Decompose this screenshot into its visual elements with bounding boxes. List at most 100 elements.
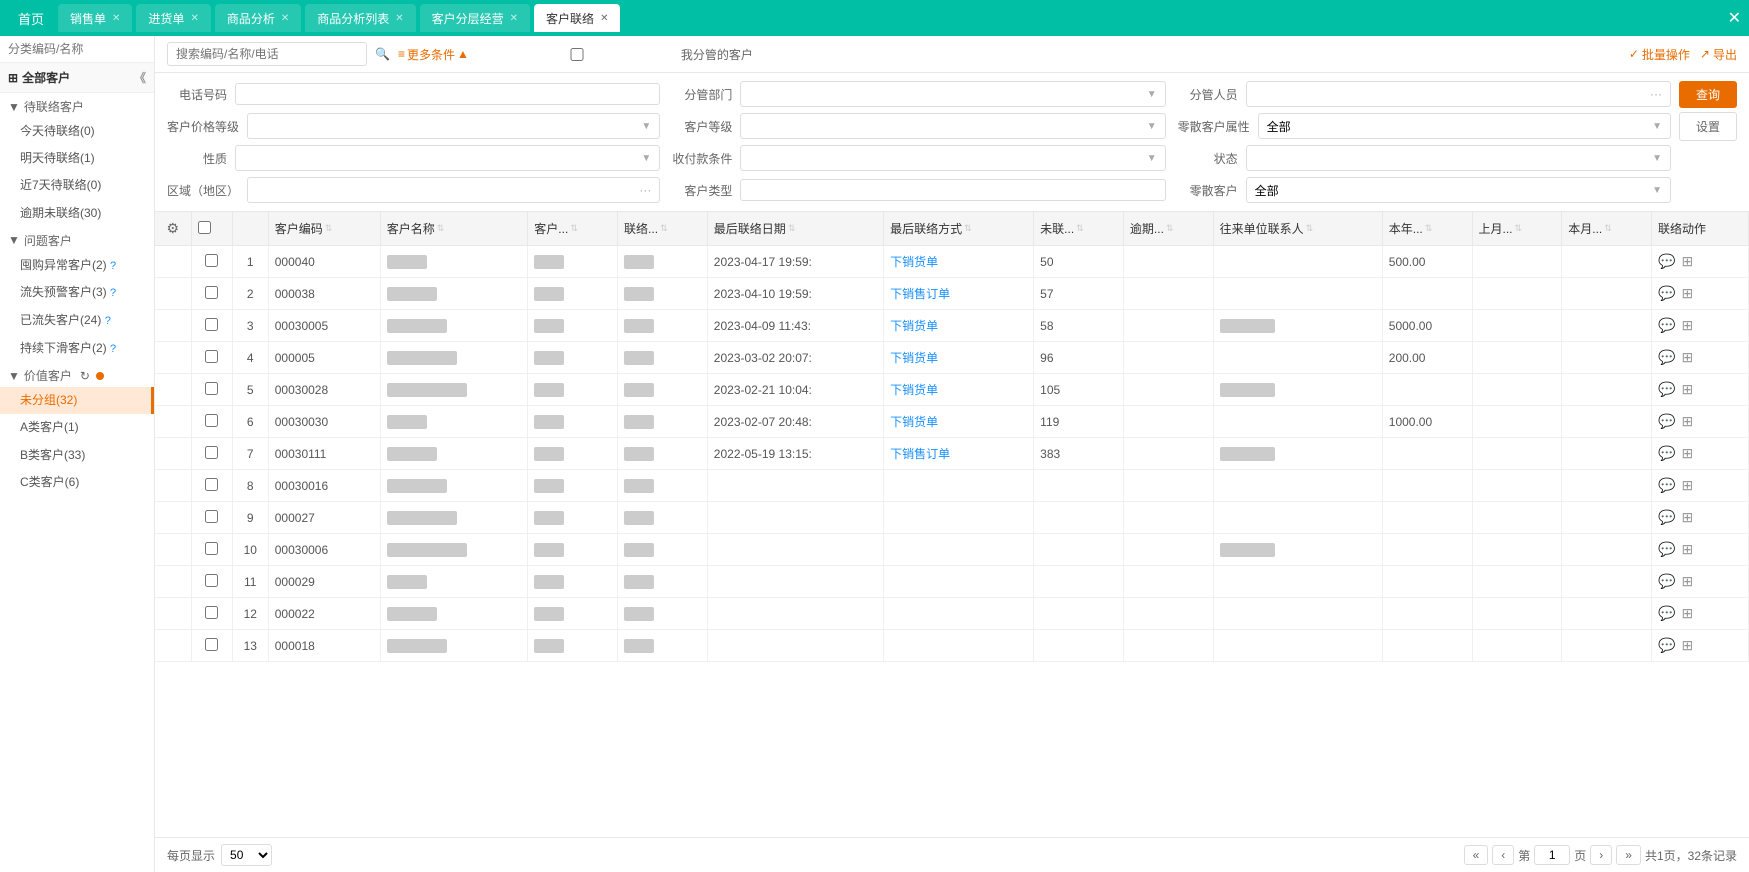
my-customers-checkbox-label[interactable]: 我分管的客户: [477, 46, 753, 63]
tab-customer-contact[interactable]: 客户联络 ✕: [534, 4, 620, 32]
nav-home[interactable]: 首页: [8, 9, 54, 28]
cell-checkbox[interactable]: [191, 246, 232, 278]
grid-action-icon[interactable]: ⊞: [1681, 605, 1693, 622]
grid-action-icon[interactable]: ⊞: [1681, 541, 1693, 558]
message-icon[interactable]: 💬: [1658, 349, 1675, 366]
grid-action-icon[interactable]: ⊞: [1681, 413, 1693, 430]
query-button[interactable]: 查询: [1679, 81, 1737, 108]
filter-select-nature[interactable]: ▼: [235, 145, 660, 171]
search-input[interactable]: [167, 42, 367, 66]
cell-checkbox[interactable]: [191, 534, 232, 566]
grid-action-icon[interactable]: ⊞: [1681, 285, 1693, 302]
sidebar-search-input[interactable]: [8, 42, 155, 56]
sort-icon[interactable]: ⇅: [1425, 223, 1433, 234]
cell-checkbox[interactable]: [191, 438, 232, 470]
sidebar-item-overdue-contact[interactable]: 逾期未联络(30): [0, 200, 154, 227]
sidebar-item-declining[interactable]: 持续下滑客户(2) ?: [0, 335, 154, 363]
message-icon[interactable]: 💬: [1658, 605, 1675, 622]
grid-action-icon[interactable]: ⊞: [1681, 637, 1693, 654]
sort-icon[interactable]: ⇅: [1515, 223, 1523, 234]
filter-more-button[interactable]: ≡ 更多条件 ▲: [398, 46, 469, 63]
row-checkbox[interactable]: [205, 414, 218, 427]
last-way-link[interactable]: 下销货单: [890, 319, 938, 333]
sidebar-item-class-b[interactable]: B类客户(33): [0, 442, 154, 469]
cell-checkbox[interactable]: [191, 374, 232, 406]
settings-icon[interactable]: ⚙: [166, 220, 179, 236]
last-page-button[interactable]: »: [1616, 845, 1641, 865]
row-checkbox[interactable]: [205, 574, 218, 587]
grid-action-icon[interactable]: ⊞: [1681, 509, 1693, 526]
next-page-button[interactable]: ›: [1590, 845, 1612, 865]
select-all-checkbox[interactable]: [198, 221, 211, 234]
sort-icon[interactable]: ⇅: [1604, 223, 1612, 234]
refresh-icon[interactable]: ↻: [80, 369, 90, 383]
close-icon[interactable]: ✕: [112, 13, 120, 24]
last-way-link[interactable]: 下销售订单: [890, 287, 950, 301]
close-icon[interactable]: ✕: [600, 13, 608, 24]
sidebar-item-warning-lost[interactable]: 流失预警客户(3) ?: [0, 279, 154, 307]
row-checkbox[interactable]: [205, 318, 218, 331]
page-number-input[interactable]: [1534, 845, 1570, 865]
window-close-icon[interactable]: ✕: [1728, 8, 1741, 28]
message-icon[interactable]: 💬: [1658, 285, 1675, 302]
grid-action-icon[interactable]: ⊞: [1681, 477, 1693, 494]
sidebar-item-class-a[interactable]: A类客户(1): [0, 414, 154, 441]
cell-checkbox[interactable]: [191, 630, 232, 662]
filter-select-retail-customer[interactable]: 全部 ▼: [1246, 177, 1671, 203]
filter-select-price-level[interactable]: ▼: [247, 113, 660, 139]
message-icon[interactable]: 💬: [1658, 637, 1675, 654]
close-icon[interactable]: ✕: [190, 13, 198, 24]
filter-select-dept[interactable]: ▼: [740, 81, 1165, 107]
last-way-link[interactable]: 下销货单: [890, 255, 938, 269]
cell-checkbox[interactable]: [191, 470, 232, 502]
message-icon[interactable]: 💬: [1658, 477, 1675, 494]
sidebar-item-abnormal[interactable]: 囤购异常客户(2) ?: [0, 252, 154, 280]
grid-action-icon[interactable]: ⊞: [1681, 253, 1693, 270]
sort-icon[interactable]: ⇅: [964, 223, 972, 234]
tab-customer-segment[interactable]: 客户分层经营 ✕: [420, 4, 530, 32]
page-size-select[interactable]: 20 50 100: [221, 844, 272, 866]
row-checkbox[interactable]: [205, 542, 218, 555]
cell-checkbox[interactable]: [191, 342, 232, 374]
last-way-link[interactable]: 下销货单: [890, 383, 938, 397]
message-icon[interactable]: 💬: [1658, 381, 1675, 398]
message-icon[interactable]: 💬: [1658, 509, 1675, 526]
sidebar-item-lost[interactable]: 已流失客户(24) ?: [0, 307, 154, 335]
tab-product-analysis-list[interactable]: 商品分析列表 ✕: [305, 4, 415, 32]
sort-icon[interactable]: ⇅: [1166, 223, 1174, 234]
sidebar-item-class-c[interactable]: C类客户(6): [0, 469, 154, 496]
sidebar-all-customers[interactable]: ⊞ 全部客户 《: [0, 63, 154, 93]
sidebar-item-7day-pending[interactable]: 近7天待联络(0): [0, 172, 154, 199]
sidebar-item-tomorrow-pending[interactable]: 明天待联络(1): [0, 145, 154, 172]
my-customers-checkbox[interactable]: [477, 48, 677, 61]
sort-icon[interactable]: ⇅: [437, 223, 445, 234]
last-way-link[interactable]: 下销货单: [890, 351, 938, 365]
message-icon[interactable]: 💬: [1658, 573, 1675, 590]
filter-select-retail-attr[interactable]: 全部 ▼: [1258, 113, 1671, 139]
sort-icon[interactable]: ⇅: [788, 223, 796, 234]
row-checkbox[interactable]: [205, 510, 218, 523]
filter-select-payment[interactable]: ▼: [740, 145, 1165, 171]
tab-purchase-order[interactable]: 进货单 ✕: [136, 4, 210, 32]
message-icon[interactable]: 💬: [1658, 253, 1675, 270]
grid-action-icon[interactable]: ⊞: [1681, 381, 1693, 398]
sort-icon[interactable]: ⇅: [1076, 223, 1084, 234]
message-icon[interactable]: 💬: [1658, 541, 1675, 558]
close-icon[interactable]: ✕: [510, 13, 518, 24]
close-icon[interactable]: ✕: [281, 13, 289, 24]
message-icon[interactable]: 💬: [1658, 413, 1675, 430]
prev-page-button[interactable]: ‹: [1492, 845, 1514, 865]
cell-checkbox[interactable]: [191, 278, 232, 310]
cell-checkbox[interactable]: [191, 310, 232, 342]
first-page-button[interactable]: «: [1464, 845, 1489, 865]
search-button[interactable]: 🔍: [375, 47, 390, 61]
cell-checkbox[interactable]: [191, 598, 232, 630]
grid-action-icon[interactable]: ⊞: [1681, 573, 1693, 590]
export-button[interactable]: ↗ 导出: [1700, 46, 1737, 63]
grid-action-icon[interactable]: ⊞: [1681, 317, 1693, 334]
row-checkbox[interactable]: [205, 350, 218, 363]
message-icon[interactable]: 💬: [1658, 445, 1675, 462]
cell-checkbox[interactable]: [191, 566, 232, 598]
sort-icon[interactable]: ⇅: [1306, 223, 1314, 234]
row-checkbox[interactable]: [205, 382, 218, 395]
